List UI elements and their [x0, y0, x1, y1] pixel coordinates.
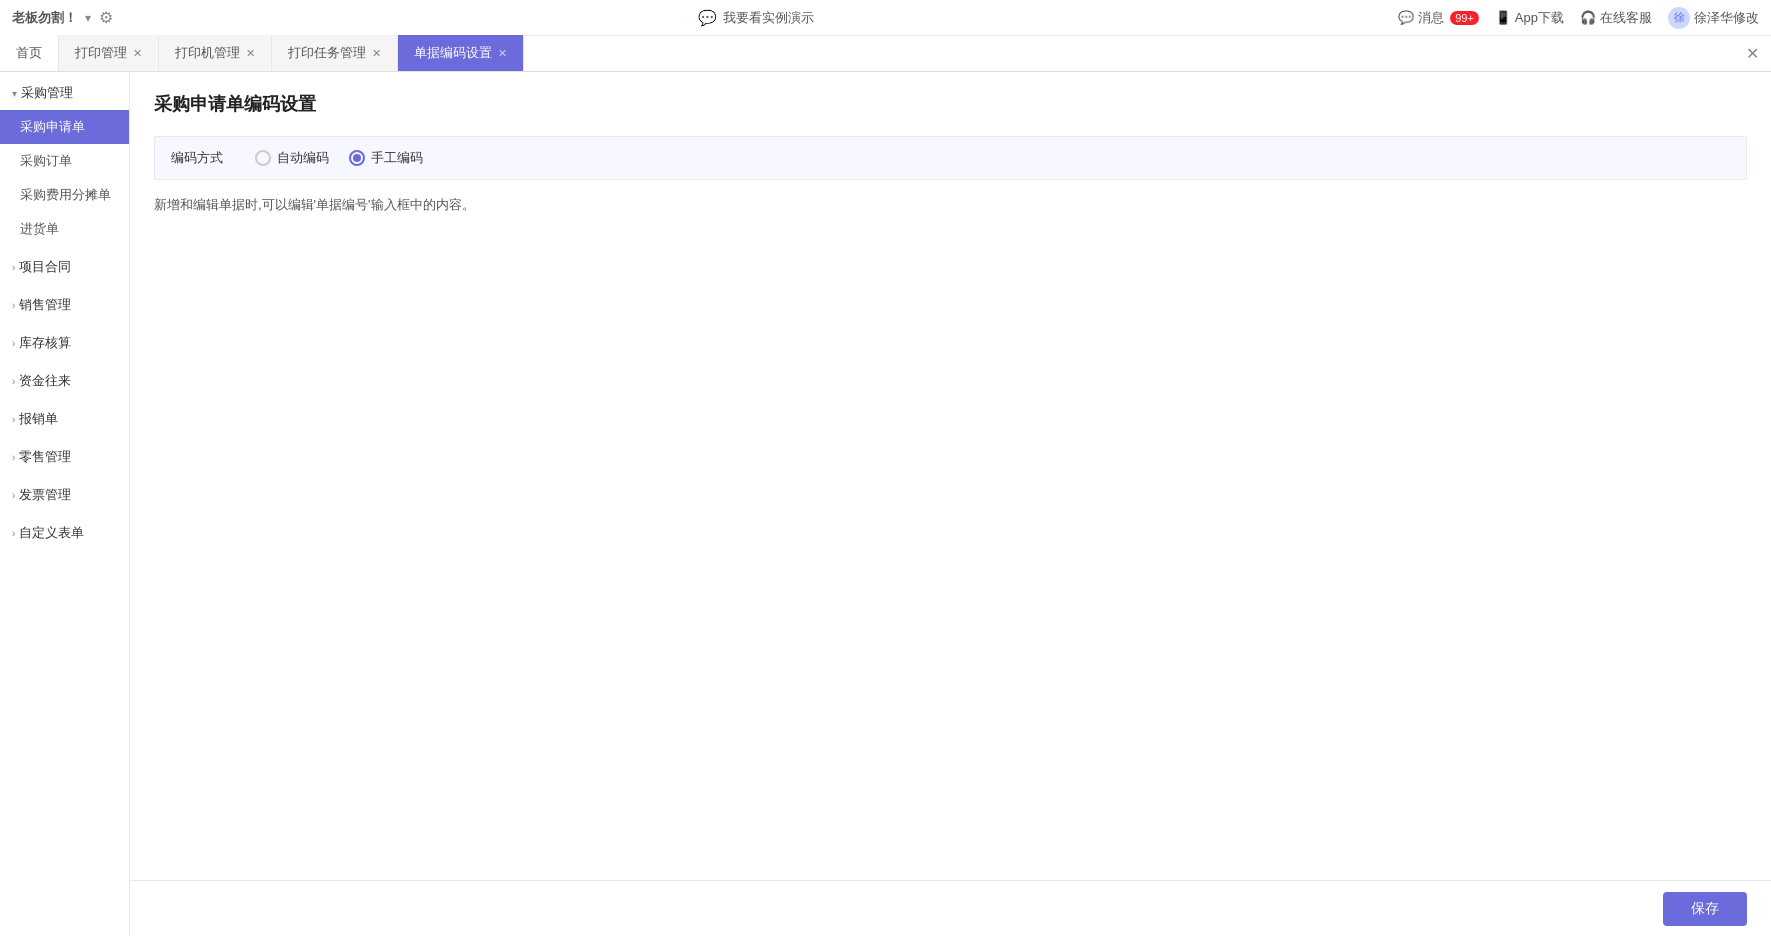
- arrow-right-icon-invoice: [12, 490, 15, 501]
- example-link[interactable]: 我要看实例演示: [723, 9, 814, 27]
- sidebar-group-header-purchase-mgmt[interactable]: ▾ 采购管理: [0, 76, 129, 110]
- sidebar-group-header-custom-forms[interactable]: 自定义表单: [0, 516, 129, 550]
- sidebar-item-stock-in[interactable]: 进货单: [0, 212, 129, 246]
- tab-bar: 首页 打印管理 ✕ 打印机管理 ✕ 打印任务管理 ✕ 单据编码设置 ✕ ✕: [0, 36, 1771, 72]
- tab-print-task-mgmt-label: 打印任务管理: [288, 44, 366, 62]
- sidebar-item-label-purchase-order: 采购订单: [20, 153, 72, 168]
- tab-print-task-mgmt[interactable]: 打印任务管理 ✕: [272, 35, 398, 71]
- arrow-right-icon-project: [12, 262, 15, 273]
- settings-icon[interactable]: ⚙: [99, 8, 113, 27]
- top-bar-left: 老板勿割！ ⚙: [12, 8, 113, 27]
- sidebar-group-label-inventory: 库存核算: [19, 334, 71, 352]
- top-bar: 老板勿割！ ⚙ 💬 我要看实例演示 💬 消息 99+ 📱 App下载 🎧 在线客…: [0, 0, 1771, 36]
- sidebar-group-custom-forms: 自定义表单: [0, 516, 129, 550]
- tab-printer-mgmt-label: 打印机管理: [175, 44, 240, 62]
- sidebar-group-inventory: 库存核算: [0, 326, 129, 360]
- tab-home-label: 首页: [16, 44, 42, 62]
- phone-icon: 📱: [1495, 10, 1511, 25]
- arrow-down-icon: ▾: [12, 88, 17, 99]
- messages-label: 消息: [1418, 9, 1444, 27]
- sidebar-group-label-project-contract: 项目合同: [19, 258, 71, 276]
- info-text: 新增和编辑单据时,可以编辑'单据编号'输入框中的内容。: [154, 196, 1747, 214]
- online-service-item[interactable]: 🎧 在线客服: [1580, 9, 1652, 27]
- auto-code-label: 自动编码: [277, 149, 329, 167]
- sidebar-group-label-sales-mgmt: 销售管理: [19, 296, 71, 314]
- manual-code-label: 手工编码: [371, 149, 423, 167]
- auto-code-radio-circle[interactable]: [255, 150, 271, 166]
- arrow-right-icon-returns: [12, 414, 15, 425]
- sidebar-group-invoice-mgmt: 发票管理: [0, 478, 129, 512]
- user-item[interactable]: 徐 徐泽华修改: [1668, 7, 1759, 29]
- user-name: 徐泽华修改: [1694, 9, 1759, 27]
- content-main: 采购申请单编码设置 编码方式 自动编码 手工编码: [130, 72, 1771, 880]
- tab-printer-mgmt[interactable]: 打印机管理 ✕: [159, 35, 272, 71]
- arrow-right-icon-inventory: [12, 338, 15, 349]
- messages-badge: 99+: [1450, 11, 1479, 25]
- headset-icon: 🎧: [1580, 10, 1596, 25]
- arrow-right-icon-retail: [12, 452, 15, 463]
- auto-code-radio-item[interactable]: 自动编码: [255, 149, 329, 167]
- main-layout: ▾ 采购管理 采购申请单 采购订单 采购费用分摊单 进货单 项目合同: [0, 72, 1771, 936]
- manual-code-radio-circle[interactable]: [349, 150, 365, 166]
- sidebar-group-funds: 资金往来: [0, 364, 129, 398]
- sidebar-group-header-retail-mgmt[interactable]: 零售管理: [0, 440, 129, 474]
- tab-print-mgmt-label: 打印管理: [75, 44, 127, 62]
- sidebar-group-returns: 报销单: [0, 402, 129, 436]
- sidebar-group-sales-mgmt: 销售管理: [0, 288, 129, 322]
- top-bar-right: 💬 消息 99+ 📱 App下载 🎧 在线客服 徐 徐泽华修改: [1398, 7, 1759, 29]
- sidebar-item-label-purchase-expense: 采购费用分摊单: [20, 187, 111, 202]
- message-icon: 💬: [1398, 10, 1414, 25]
- sidebar-group-header-returns[interactable]: 报销单: [0, 402, 129, 436]
- tab-print-mgmt-close-icon[interactable]: ✕: [133, 47, 142, 60]
- sidebar-item-purchase-expense[interactable]: 采购费用分摊单: [0, 178, 129, 212]
- sidebar-group-label-funds: 资金往来: [19, 372, 71, 390]
- sidebar-item-purchase-order[interactable]: 采购订单: [0, 144, 129, 178]
- sidebar-group-purchase-mgmt: ▾ 采购管理 采购申请单 采购订单 采购费用分摊单 进货单: [0, 76, 129, 246]
- tab-printer-mgmt-close-icon[interactable]: ✕: [246, 47, 255, 60]
- save-button[interactable]: 保存: [1663, 892, 1747, 926]
- brand-label: 老板勿割！: [12, 9, 77, 27]
- messages-item[interactable]: 💬 消息 99+: [1398, 9, 1479, 27]
- sidebar-group-label-invoice-mgmt: 发票管理: [19, 486, 71, 504]
- tab-home[interactable]: 首页: [0, 35, 59, 71]
- page-title: 采购申请单编码设置: [154, 92, 1747, 116]
- manual-code-radio-item[interactable]: 手工编码: [349, 149, 423, 167]
- sidebar-group-header-invoice-mgmt[interactable]: 发票管理: [0, 478, 129, 512]
- arrow-right-icon-funds: [12, 376, 15, 387]
- arrow-right-icon-custom: [12, 528, 15, 539]
- brand-dropdown-icon[interactable]: [85, 11, 91, 25]
- tab-single-code-settings-close-icon[interactable]: ✕: [498, 47, 507, 60]
- sidebar-item-label-stock-in: 进货单: [20, 221, 59, 236]
- sidebar-item-purchase-request[interactable]: 采购申请单: [0, 110, 129, 144]
- top-bar-center: 💬 我要看实例演示: [698, 9, 814, 27]
- encoding-radio-group: 自动编码 手工编码: [255, 149, 423, 167]
- app-download-item[interactable]: 📱 App下载: [1495, 9, 1564, 27]
- encoding-label: 编码方式: [171, 149, 231, 167]
- sidebar-group-header-inventory[interactable]: 库存核算: [0, 326, 129, 360]
- sidebar-group-label-returns: 报销单: [19, 410, 58, 428]
- tab-print-task-mgmt-close-icon[interactable]: ✕: [372, 47, 381, 60]
- footer-bar: 保存: [130, 880, 1771, 936]
- sidebar: ▾ 采购管理 采购申请单 采购订单 采购费用分摊单 进货单 项目合同: [0, 72, 130, 936]
- tab-single-code-settings[interactable]: 单据编码设置 ✕: [398, 35, 524, 71]
- online-service-label: 在线客服: [1600, 9, 1652, 27]
- app-download-label: App下载: [1515, 9, 1564, 27]
- sidebar-group-label-purchase-mgmt: 采购管理: [21, 84, 73, 102]
- sidebar-group-header-project-contract[interactable]: 项目合同: [0, 250, 129, 284]
- sidebar-group-label-retail-mgmt: 零售管理: [19, 448, 71, 466]
- sidebar-group-retail-mgmt: 零售管理: [0, 440, 129, 474]
- user-avatar: 徐: [1668, 7, 1690, 29]
- encoding-form-row: 编码方式 自动编码 手工编码: [154, 136, 1747, 180]
- tab-print-mgmt[interactable]: 打印管理 ✕: [59, 35, 159, 71]
- sidebar-group-project-contract: 项目合同: [0, 250, 129, 284]
- sidebar-group-header-funds[interactable]: 资金往来: [0, 364, 129, 398]
- arrow-right-icon-sales: [12, 300, 15, 311]
- sidebar-group-header-sales-mgmt[interactable]: 销售管理: [0, 288, 129, 322]
- tab-single-code-settings-label: 单据编码设置: [414, 44, 492, 62]
- tab-bar-close-icon[interactable]: ✕: [1734, 44, 1771, 63]
- sidebar-group-label-custom-forms: 自定义表单: [19, 524, 84, 542]
- sidebar-item-label-purchase-request: 采购申请单: [20, 119, 85, 134]
- content-area: 采购申请单编码设置 编码方式 自动编码 手工编码: [130, 72, 1771, 936]
